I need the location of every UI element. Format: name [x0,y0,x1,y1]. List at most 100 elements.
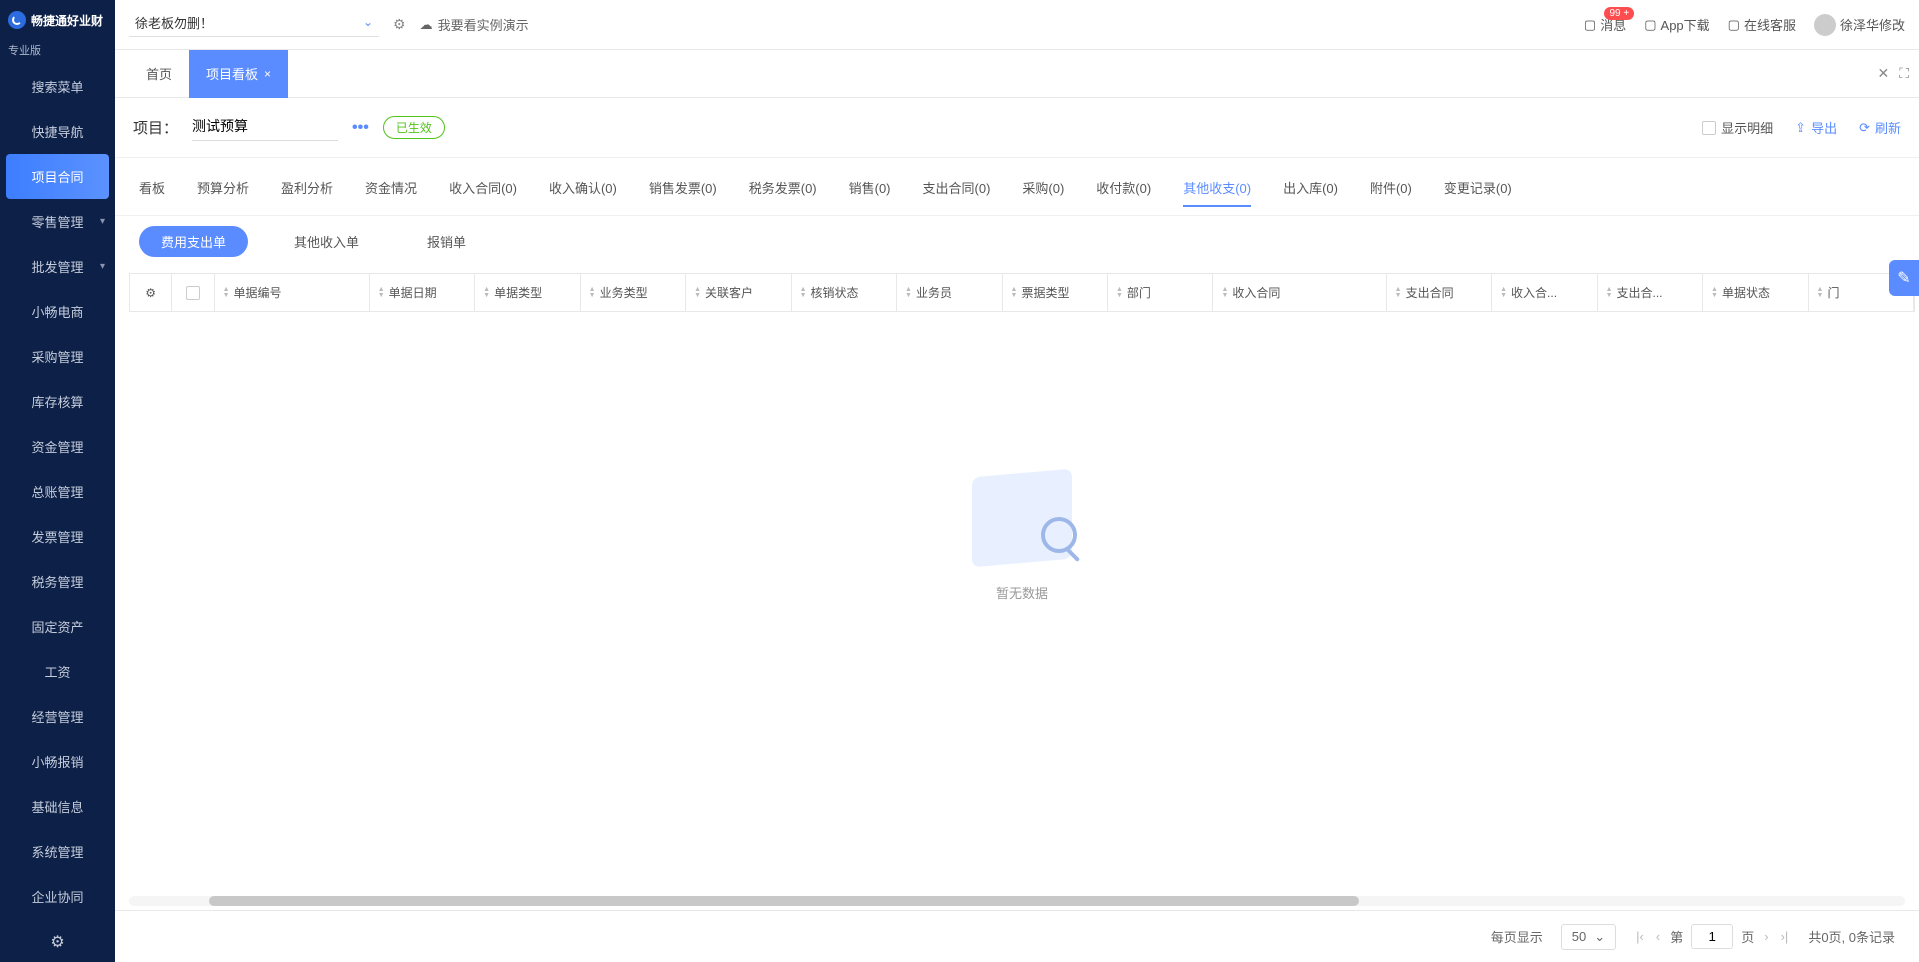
export-button[interactable]: ⇪ 导出 [1795,118,1837,137]
sidebar-item[interactable]: 固定资产 [0,604,115,649]
app-download-link[interactable]: ▢App下载 [1644,15,1709,34]
tab[interactable]: 项目看板× [189,50,288,98]
page-first-button[interactable]: |‹ [1634,927,1646,946]
sort-icon[interactable]: ▲▼ [694,287,701,299]
page-prev-button[interactable]: ‹ [1654,927,1662,946]
subtab[interactable]: 其他收支(0) [1183,170,1251,207]
sidebar-item[interactable]: 经营管理 [0,694,115,739]
subtab[interactable]: 收入合同(0) [449,170,517,207]
column-header[interactable]: ▲▼单据编号 [215,274,370,311]
sort-icon[interactable]: ▲▼ [800,287,807,299]
filter-pill[interactable]: 费用支出单 [139,226,248,257]
page-input[interactable] [1691,924,1733,949]
sort-icon[interactable]: ▲▼ [1817,287,1824,299]
tab[interactable]: 首页 [129,50,189,98]
sidebar-item[interactable]: 小畅报销 [0,739,115,784]
subtab[interactable]: 销售(0) [849,170,891,207]
online-support-link[interactable]: ▢在线客服 [1728,15,1796,34]
sidebar-item[interactable]: 工资 [0,649,115,694]
subtab[interactable]: 附件(0) [1370,170,1412,207]
chevron-down-icon[interactable]: ⌄ [363,15,373,29]
column-header[interactable]: ▲▼收入合同 [1213,274,1386,311]
sidebar-item[interactable]: 小畅电商 [0,289,115,334]
show-detail-toggle[interactable]: 显示明细 [1702,118,1773,137]
sidebar-item[interactable]: 企业协同 [0,874,115,919]
select-all[interactable] [172,274,214,311]
column-header[interactable]: ▲▼单据日期 [370,274,475,311]
column-settings[interactable]: ⚙ [130,274,172,311]
tab-close-icon[interactable]: × [264,67,271,81]
subtab[interactable]: 预算分析 [197,170,249,207]
column-header[interactable]: ▲▼业务员 [897,274,1002,311]
horizontal-scrollbar[interactable] [129,896,1905,906]
sidebar-item[interactable]: 快捷导航 [0,109,115,154]
sort-icon[interactable]: ▲▼ [1116,287,1123,299]
sort-icon[interactable]: ▲▼ [905,287,912,299]
filter-pill[interactable]: 其他收入单 [272,226,381,257]
sort-icon[interactable]: ▲▼ [1606,287,1613,299]
subtab[interactable]: 税务发票(0) [749,170,817,207]
topbar: 徐老板勿删！ ⌄ ⚙ ☁ 我要看实例演示 ▢消息99 + ▢App下载 ▢在线客服徐… [115,0,1919,50]
refresh-button[interactable]: ⟳ 刷新 [1859,118,1901,137]
sort-icon[interactable]: ▲▼ [483,287,490,299]
filter-pill[interactable]: 报销单 [405,226,488,257]
more-actions-icon[interactable]: ••• [352,119,369,137]
sidebar-item[interactable]: 采购管理 [0,334,115,379]
subtab[interactable]: 看板 [139,170,165,207]
sidebar-item[interactable]: 基础信息 [0,784,115,829]
sort-icon[interactable]: ▲▼ [1711,287,1718,299]
demo-link[interactable]: ☁ 我要看实例演示 [420,15,529,34]
sidebar-settings[interactable]: ⚙ [0,922,115,962]
subtab[interactable]: 盈利分析 [281,170,333,207]
subtab[interactable]: 资金情况 [365,170,417,207]
scrollbar-thumb[interactable] [209,896,1359,906]
sidebar-item[interactable]: 新手引导 [0,919,115,922]
column-header[interactable]: ▲▼业务类型 [581,274,686,311]
sidebar-item[interactable]: 资金管理 [0,424,115,469]
subtab[interactable]: 销售发票(0) [649,170,717,207]
subtab[interactable]: 收入确认(0) [549,170,617,207]
column-header[interactable]: ▲▼关联客户 [686,274,791,311]
column-header[interactable]: ▲▼票据类型 [1003,274,1108,311]
per-page-select[interactable]: 50 ⌄ [1561,924,1616,950]
sort-icon[interactable]: ▲▼ [1011,287,1018,299]
subtab[interactable]: 支出合同(0) [923,170,991,207]
column-header[interactable]: ▲▼支出合同 [1387,274,1492,311]
tenant-selector[interactable]: 徐老板勿删！ ⌄ [129,13,379,37]
messages-link[interactable]: ▢消息99 + [1584,15,1626,34]
sort-icon[interactable]: ▲▼ [1500,287,1507,299]
sidebar-item[interactable]: 发票管理 [0,514,115,559]
sidebar-item[interactable]: 零售管理 [0,199,115,244]
sidebar-item[interactable]: 系统管理 [0,829,115,874]
subtab[interactable]: 收付款(0) [1096,170,1151,207]
subtab[interactable]: 出入库(0) [1283,170,1338,207]
subtab[interactable]: 变更记录(0) [1444,170,1512,207]
column-header[interactable]: ▲▼支出合... [1598,274,1703,311]
sort-icon[interactable]: ▲▼ [378,287,385,299]
page-next-button[interactable]: › [1762,927,1770,946]
column-header[interactable]: ▲▼收入合... [1492,274,1597,311]
tenant-settings-icon[interactable]: ⚙ [393,16,406,33]
page-last-button[interactable]: ›| [1779,927,1791,946]
sidebar-item[interactable]: 库存核算 [0,379,115,424]
action-icon: ▢ [1728,17,1740,33]
float-feedback-button[interactable]: ✎ [1889,260,1919,296]
column-header[interactable]: ▲▼部门 [1108,274,1213,311]
sort-icon[interactable]: ▲▼ [223,287,230,299]
sidebar-item[interactable]: 批发管理 [0,244,115,289]
sidebar-item[interactable]: 税务管理 [0,559,115,604]
tab-close-all-icon[interactable]: ✕ [1877,65,1889,82]
column-header[interactable]: ▲▼单据状态 [1703,274,1808,311]
column-header[interactable]: ▲▼核销状态 [792,274,897,311]
sidebar-item[interactable]: 搜索菜单 [0,64,115,109]
user-menu[interactable]: 徐泽华修改 [1814,14,1905,36]
subtab[interactable]: 采购(0) [1022,170,1064,207]
sort-icon[interactable]: ▲▼ [1395,287,1402,299]
column-header[interactable]: ▲▼单据类型 [475,274,580,311]
sort-icon[interactable]: ▲▼ [589,287,596,299]
project-name[interactable]: 测试预算 [192,114,338,141]
sidebar-item[interactable]: 总账管理 [0,469,115,514]
sort-icon[interactable]: ▲▼ [1221,287,1228,299]
sidebar-item[interactable]: 项目合同 [6,154,109,199]
fullscreen-icon[interactable]: ⛶ [1899,65,1909,82]
